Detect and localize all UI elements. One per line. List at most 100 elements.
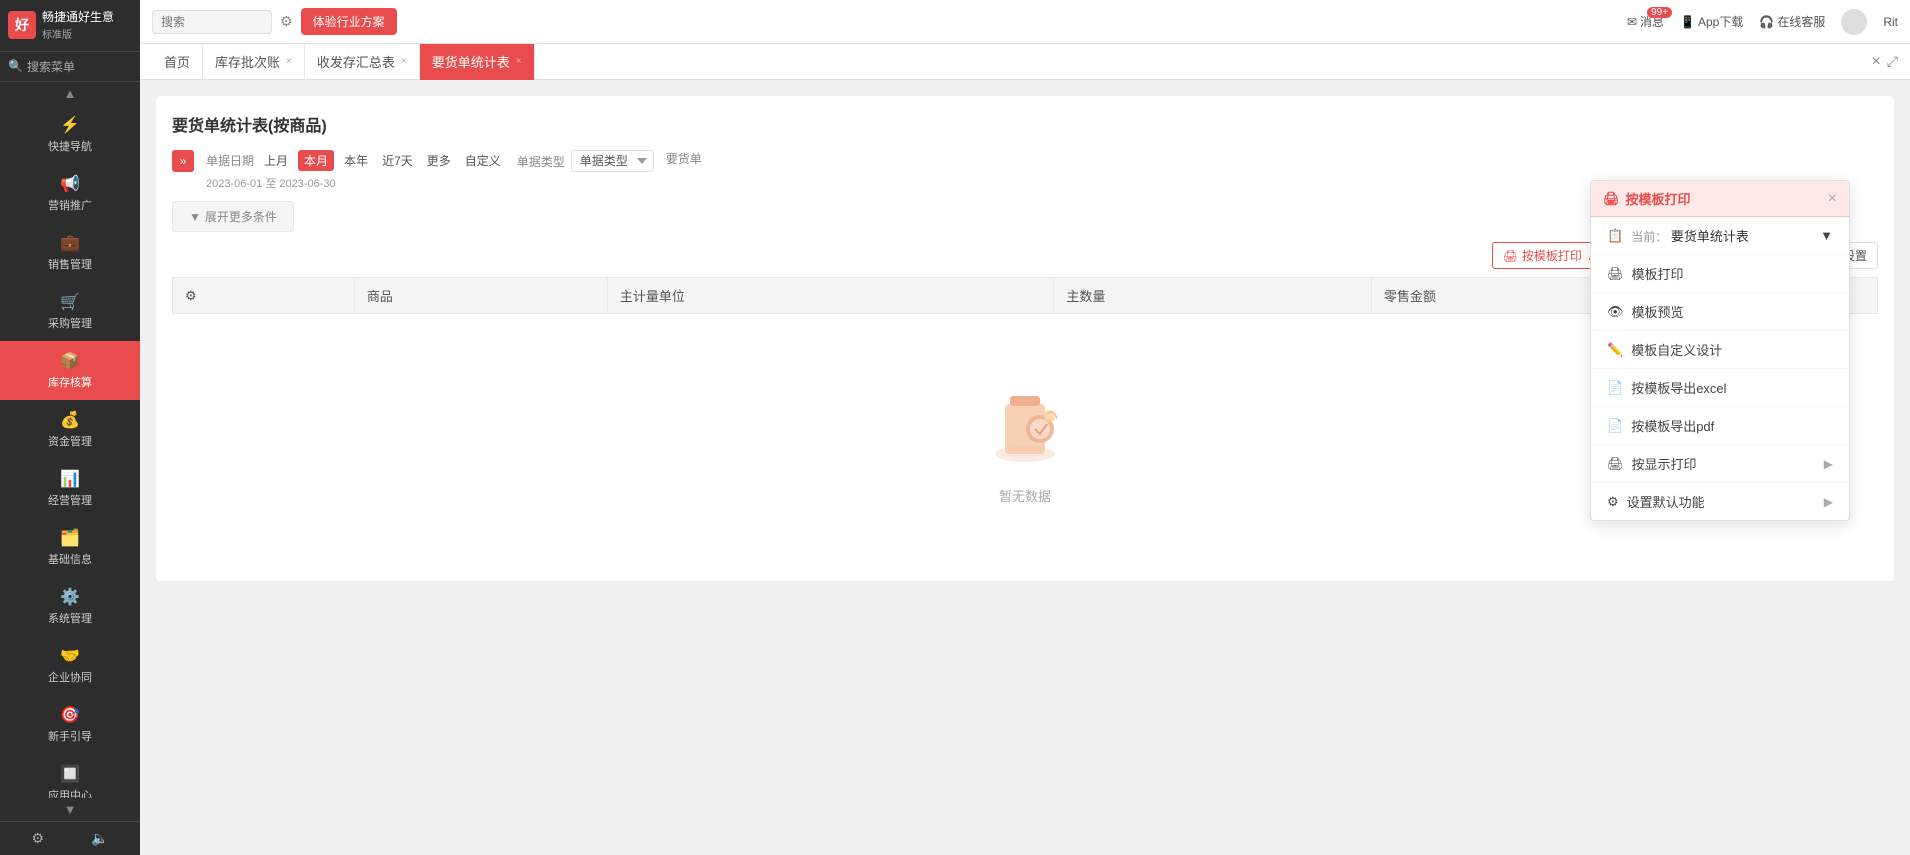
sidebar-item-operations[interactable]: 📊 经营管理: [0, 459, 140, 518]
current-year-btn[interactable]: 本年: [340, 150, 372, 171]
template-excel-label: 按模板导出excel: [1631, 378, 1726, 397]
app-download-label: App下载: [1698, 13, 1743, 30]
more-date-btn[interactable]: 更多: [423, 150, 455, 171]
tab-order-stats-close[interactable]: ×: [516, 56, 522, 67]
topbar-search-input[interactable]: [152, 10, 272, 34]
col-settings-header[interactable]: ⚙: [173, 278, 355, 314]
doc-type-label: 单据类型: [517, 153, 565, 170]
print-dropdown-close[interactable]: ×: [1828, 190, 1837, 208]
username-label[interactable]: Rit: [1883, 15, 1898, 29]
sidebar-scroll-up[interactable]: ▲: [0, 82, 140, 105]
prev-month-btn[interactable]: 上月: [260, 150, 292, 171]
tab-order-stats[interactable]: 要货单统计表 ×: [420, 44, 535, 80]
collab-icon: 🤝: [60, 646, 80, 666]
date-filter-group: 单据日期 上月 本月 本年 近7天 更多 自定义 2023-06-01 至 20…: [206, 150, 505, 191]
current-template-icon: 📋: [1607, 228, 1623, 244]
dropdown-template-preview[interactable]: 👁 模板预览: [1591, 293, 1849, 331]
footer-speaker-icon[interactable]: 🔈: [91, 830, 108, 847]
system-icon: ⚙️: [60, 587, 80, 607]
tab-close-action[interactable]: ×: [1871, 53, 1880, 71]
app-name: 畅捷通好生意: [42, 10, 114, 26]
quick-nav-icon: ⚡: [60, 115, 80, 135]
dropdown-display-print[interactable]: 🖨 按显示打印 ▶: [1591, 445, 1849, 483]
tab-receipt-summary-close[interactable]: ×: [401, 56, 407, 67]
custom-date-btn[interactable]: 自定义: [461, 150, 505, 171]
empty-state-text: 暂无数据: [999, 486, 1051, 505]
sidebar-item-collab[interactable]: 🤝 企业协同: [0, 636, 140, 695]
operations-icon: 📊: [60, 469, 80, 489]
current-template-chevron: ▼: [1820, 228, 1833, 243]
template-print-label: 模板打印: [1632, 264, 1684, 283]
appstore-icon: 🔲: [60, 764, 80, 784]
operations-label: 经营管理: [48, 492, 92, 508]
expand-conditions-btn[interactable]: ▼ 展开更多条件: [172, 201, 294, 232]
display-print-icon: 🖨: [1607, 456, 1624, 472]
doc-type-select[interactable]: 单据类型: [571, 150, 654, 172]
sidebar-item-basics[interactable]: 🗂️ 基础信息: [0, 518, 140, 577]
print-dropdown-title: 🖨 按模板打印: [1603, 189, 1691, 208]
online-service-button[interactable]: 🎧 在线客服: [1759, 13, 1825, 30]
sidebar-item-purchase[interactable]: 🛒 采购管理: [0, 282, 140, 341]
dropdown-template-excel[interactable]: 📄 按模板导出excel: [1591, 369, 1849, 407]
footer-settings-icon[interactable]: ⚙: [32, 830, 45, 847]
template-preview-icon: 👁: [1607, 304, 1624, 320]
sidebar-item-inventory[interactable]: 📦 库存核算: [0, 341, 140, 400]
app-download-button[interactable]: 📱 App下载: [1680, 13, 1743, 30]
finance-icon: 💰: [60, 410, 80, 430]
trial-button[interactable]: 体验行业方案: [301, 8, 397, 35]
sidebar-logo: 好 畅捷通好生意 标准版: [0, 0, 140, 52]
purchase-label: 采购管理: [48, 315, 92, 331]
column-settings-icon[interactable]: ⚙: [185, 288, 197, 303]
doc-type-filter-group: 单据类型 单据类型: [517, 150, 654, 172]
order-type-group: 要货单: [666, 150, 702, 167]
messages-button[interactable]: ✉ 消息 99+: [1627, 13, 1664, 30]
tab-batch-accounts[interactable]: 库存批次账 ×: [203, 44, 305, 80]
sidebar-scroll-down[interactable]: ▼: [0, 798, 140, 821]
date-filter-row: 单据日期 上月 本月 本年 近7天 更多 自定义: [206, 150, 505, 171]
sidebar-search-label: 搜索菜单: [27, 58, 75, 75]
basics-label: 基础信息: [48, 551, 92, 567]
tab-home[interactable]: 首页: [152, 44, 203, 80]
filter-expand-button[interactable]: »: [172, 150, 194, 172]
main-area: ⚙ 体验行业方案 ✉ 消息 99+ 📱 App下载 🎧 在线客服 Rit 首页: [140, 0, 1910, 855]
template-pdf-label: 按模板导出pdf: [1631, 416, 1714, 435]
sidebar-item-quick-nav[interactable]: ⚡ 快捷导航: [0, 105, 140, 164]
col-unit-header: 主计量单位: [607, 278, 1054, 314]
display-print-chevron: ▶: [1824, 457, 1833, 471]
template-print-icon: 🖨: [1607, 266, 1624, 282]
dropdown-template-design[interactable]: ✏️ 模板自定义设计: [1591, 331, 1849, 369]
messages-badge: 99+: [1647, 7, 1672, 18]
sidebar-item-appstore[interactable]: 🔲 应用中心: [0, 754, 140, 798]
tab-actions: × ⤢: [1871, 53, 1898, 71]
tab-receipt-summary[interactable]: 收发存汇总表 ×: [305, 44, 420, 80]
print-icon: 🖨: [1503, 249, 1518, 263]
dropdown-template-pdf[interactable]: 📄 按模板导出pdf: [1591, 407, 1849, 445]
dropdown-default-func[interactable]: ⚙ 设置默认功能 ▶: [1591, 483, 1849, 520]
sidebar-item-sales[interactable]: 💼 销售管理: [0, 223, 140, 282]
sidebar-item-finance[interactable]: 💰 资金管理: [0, 400, 140, 459]
sidebar-item-marketing[interactable]: 📢 营销推广: [0, 164, 140, 223]
search-icon: 🔍: [8, 59, 23, 73]
default-func-icon: ⚙: [1607, 494, 1619, 510]
dropdown-template-print[interactable]: 🖨 模板打印: [1591, 255, 1849, 293]
user-avatar[interactable]: [1841, 9, 1867, 35]
default-func-chevron: ▶: [1824, 495, 1833, 509]
inventory-icon: 📦: [60, 351, 80, 371]
last-7-days-btn[interactable]: 近7天: [378, 150, 417, 171]
tab-batch-accounts-close[interactable]: ×: [286, 56, 292, 67]
sidebar-search[interactable]: 🔍 搜索菜单: [0, 52, 140, 82]
service-label: 在线客服: [1777, 13, 1825, 30]
tabs-bar: 首页 库存批次账 × 收发存汇总表 × 要货单统计表 × × ⤢: [140, 44, 1910, 80]
app-edition: 标准版: [42, 26, 114, 41]
current-month-btn[interactable]: 本月: [298, 150, 334, 171]
tab-receipt-summary-label: 收发存汇总表: [317, 52, 395, 71]
sidebar: 好 畅捷通好生意 标准版 🔍 搜索菜单 ▲ ⚡ 快捷导航 📢 营销推广 💼 销售…: [0, 0, 140, 855]
col-qty-header: 主数量: [1054, 278, 1372, 314]
print-dropdown-title-text: 按模板打印: [1626, 189, 1691, 208]
tab-expand-action[interactable]: ⤢: [1887, 53, 1898, 70]
topbar-settings-icon[interactable]: ⚙: [280, 13, 293, 30]
current-template-label: 当前： 要货单统计表: [1631, 226, 1749, 245]
sidebar-item-system[interactable]: ⚙️ 系统管理: [0, 577, 140, 636]
sidebar-item-newbie[interactable]: 🎯 新手引导: [0, 695, 140, 754]
dropdown-current-template[interactable]: 📋 当前： 要货单统计表 ▼: [1591, 217, 1849, 255]
